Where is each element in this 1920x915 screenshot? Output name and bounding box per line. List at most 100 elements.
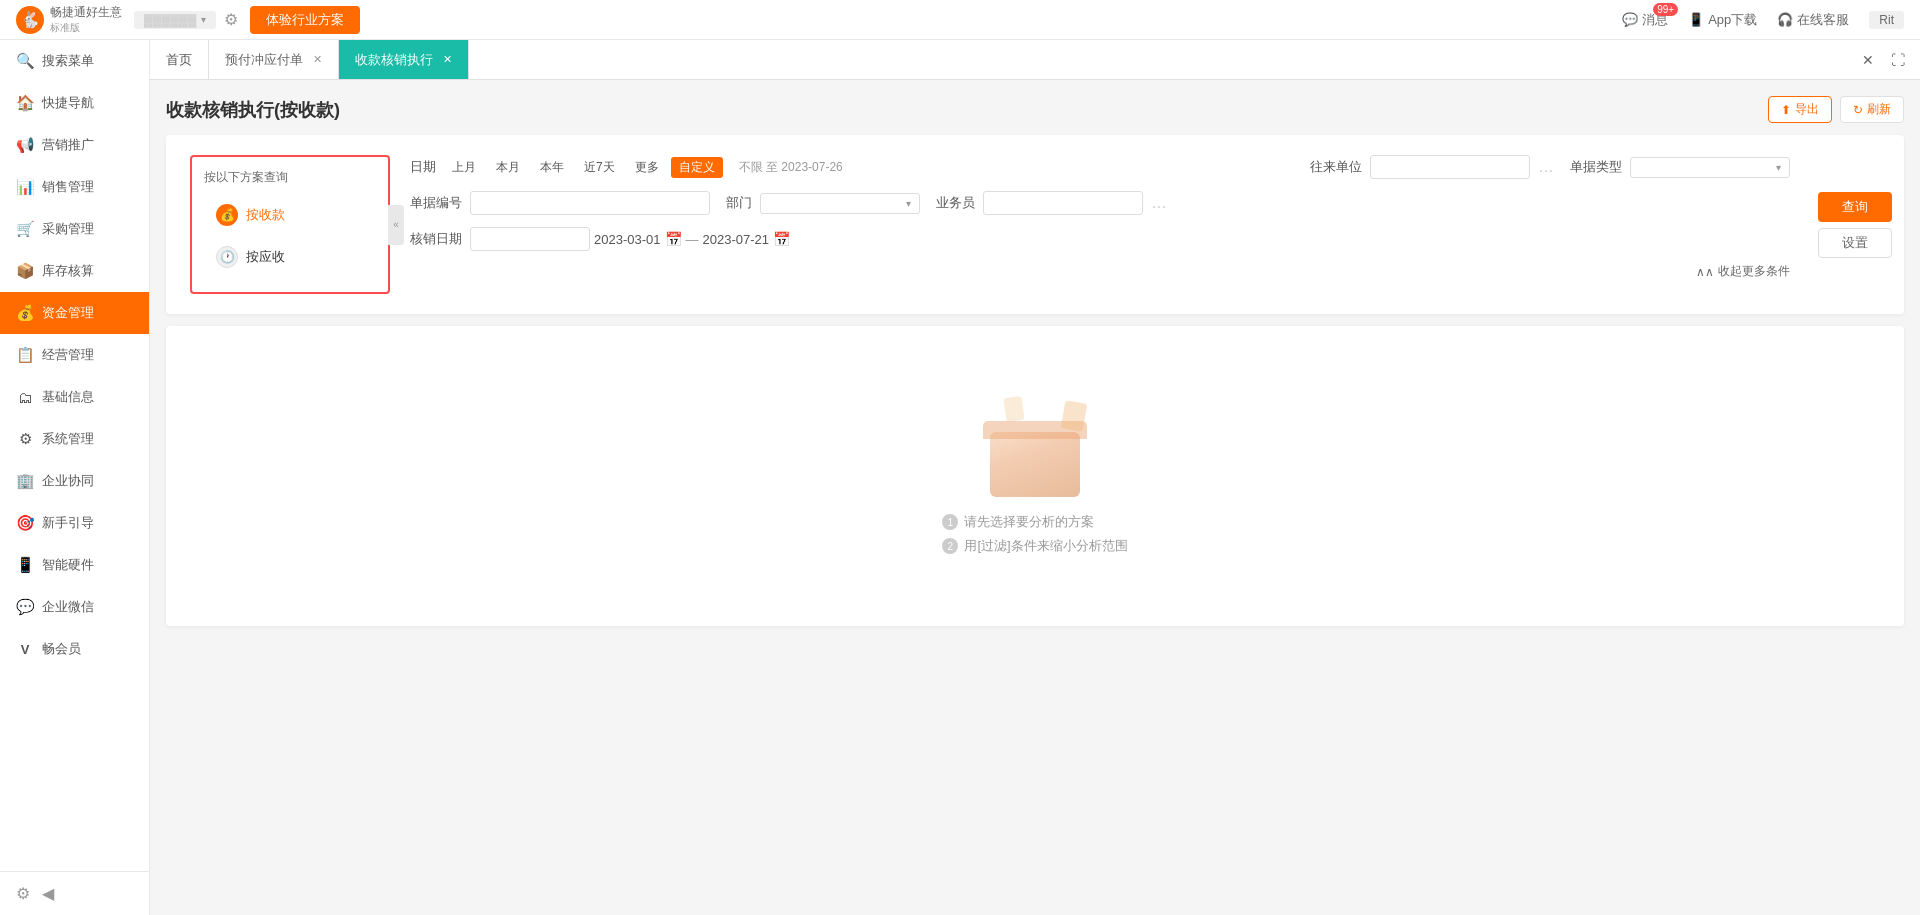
page-title: 收款核销执行(按收款) bbox=[166, 98, 340, 122]
verify-date-to-display: 2023-07-21 bbox=[703, 232, 770, 247]
last-month-option[interactable]: 上月 bbox=[444, 157, 484, 178]
sidebar-item-shortcut[interactable]: 🏠 快捷导航 bbox=[0, 82, 149, 124]
verify-date-from-calendar-icon[interactable]: 📅 bbox=[665, 231, 682, 247]
date-current: 不限 至 2023-07-26 bbox=[739, 159, 843, 176]
app-icon: 📱 bbox=[1688, 12, 1704, 27]
salesperson-input[interactable] bbox=[983, 191, 1143, 215]
finance-icon: 💰 bbox=[16, 304, 34, 322]
settings-icon[interactable]: ⚙ bbox=[224, 10, 238, 29]
filter-left-panel: 按以下方案查询 💰 按收款 🕐 按应收 « bbox=[190, 155, 390, 294]
sidebar-item-member[interactable]: V 畅会员 bbox=[0, 628, 149, 670]
tab-close-all-button[interactable]: ✕ bbox=[1854, 46, 1882, 74]
company-name: 畅捷通好生意 bbox=[50, 4, 122, 21]
doc-no-input[interactable] bbox=[470, 191, 710, 215]
collection-tab-close-icon[interactable]: ✕ bbox=[443, 53, 452, 66]
chevron-up-icon: ∧∧ bbox=[1696, 265, 1714, 279]
salesperson-more-icon[interactable]: … bbox=[1151, 194, 1167, 212]
verify-date-to-calendar-icon[interactable]: 📅 bbox=[773, 231, 790, 247]
sidebar-item-guide[interactable]: 🎯 新手引导 bbox=[0, 502, 149, 544]
sidebar-item-hardware[interactable]: 📱 智能硬件 bbox=[0, 544, 149, 586]
collapse-left-panel-button[interactable]: « bbox=[388, 205, 404, 245]
sidebar-item-label: 智能硬件 bbox=[42, 556, 94, 574]
sidebar-settings-icon[interactable]: ⚙ bbox=[16, 884, 30, 903]
verify-date-field: 核销日期 2023-03-01 📅 — 2023-07-21 📅 bbox=[410, 227, 790, 251]
customer-service-button[interactable]: 🎧 在线客服 bbox=[1777, 11, 1849, 29]
this-year-option[interactable]: 本年 bbox=[532, 157, 572, 178]
sidebar-item-search[interactable]: 🔍 搜索菜单 bbox=[0, 40, 149, 82]
department-field: 部门 ▾ bbox=[726, 193, 920, 214]
info-icon: 🗂 bbox=[16, 389, 34, 406]
hint-num-1: 1 bbox=[942, 514, 958, 530]
query-button[interactable]: 查询 bbox=[1818, 192, 1892, 222]
verify-date-label: 核销日期 bbox=[410, 230, 462, 248]
counterparty-more-icon[interactable]: … bbox=[1538, 158, 1554, 176]
this-month-option[interactable]: 本月 bbox=[488, 157, 528, 178]
hint-text-2: 用[过滤]条件来缩小分析范围 bbox=[964, 537, 1127, 555]
sidebar-item-label: 新手引导 bbox=[42, 514, 94, 532]
sidebar-collapse-icon[interactable]: ◀ bbox=[42, 884, 54, 903]
date-field: 日期 上月 本月 本年 近7天 更多 自定义 不 bbox=[410, 157, 843, 178]
sidebar-item-label: 搜索菜单 bbox=[42, 52, 94, 70]
filter-main: 按以下方案查询 💰 按收款 🕐 按应收 « bbox=[166, 135, 1818, 314]
counterparty-input[interactable] bbox=[1370, 155, 1530, 179]
tab-prepay[interactable]: 预付冲应付单 ✕ bbox=[209, 40, 339, 79]
doc-type-select[interactable]: ▾ bbox=[1630, 157, 1790, 178]
verify-date-from-input[interactable] bbox=[470, 227, 590, 251]
tab-expand-button[interactable]: ⛶ bbox=[1884, 46, 1912, 74]
department-select[interactable]: ▾ bbox=[760, 193, 920, 214]
service-label: 在线客服 bbox=[1797, 11, 1849, 29]
sidebar-item-enterprise[interactable]: 🏢 企业协同 bbox=[0, 460, 149, 502]
hint-text-1: 请先选择要分析的方案 bbox=[964, 513, 1094, 531]
filter-option-by-receipt[interactable]: 💰 按收款 bbox=[204, 196, 376, 234]
box-icon: 📦 bbox=[16, 262, 34, 280]
receipt-option-label: 按收款 bbox=[246, 206, 285, 224]
tab-home[interactable]: 首页 bbox=[150, 40, 209, 79]
department-arrow-icon: ▾ bbox=[906, 198, 911, 209]
filter-option-by-receivable[interactable]: 🕐 按应收 bbox=[204, 238, 376, 276]
sidebar-item-system[interactable]: ⚙ 系统管理 bbox=[0, 418, 149, 460]
sidebar-item-inventory[interactable]: 📦 库存核算 bbox=[0, 250, 149, 292]
prepay-tab-close-icon[interactable]: ✕ bbox=[313, 53, 322, 66]
sidebar-item-marketing[interactable]: 📢 营销推广 bbox=[0, 124, 149, 166]
app-download-label: App下载 bbox=[1708, 11, 1757, 29]
sidebar-item-label: 采购管理 bbox=[42, 220, 94, 238]
export-button[interactable]: ⬆ 导出 bbox=[1768, 96, 1832, 123]
receivable-option-label: 按应收 bbox=[246, 248, 285, 266]
search-icon: 🔍 bbox=[16, 52, 34, 70]
export-label: 导出 bbox=[1795, 101, 1819, 118]
tab-collection[interactable]: 收款核销执行 ✕ bbox=[339, 40, 469, 79]
refresh-button[interactable]: ↻ 刷新 bbox=[1840, 96, 1904, 123]
user-avatar[interactable]: Rit bbox=[1869, 11, 1904, 29]
sidebar-item-operations[interactable]: 📋 经营管理 bbox=[0, 334, 149, 376]
message-button[interactable]: 💬 消息 99+ bbox=[1622, 11, 1668, 29]
custom-date-option[interactable]: 自定义 bbox=[671, 157, 723, 178]
collapse-more-button[interactable]: ∧∧ 收起更多条件 bbox=[1696, 263, 1790, 280]
doc-type-arrow-icon: ▾ bbox=[1776, 162, 1781, 173]
empty-illustration bbox=[975, 397, 1095, 497]
company-selector[interactable]: ▓▓▓▓▓▓ ▾ bbox=[134, 11, 216, 29]
sidebar-item-finance[interactable]: 💰 资金管理 bbox=[0, 292, 149, 334]
sidebar-item-basic[interactable]: 🗂 基础信息 bbox=[0, 376, 149, 418]
sidebar-item-purchase[interactable]: 🛒 采购管理 bbox=[0, 208, 149, 250]
guide-icon: 🎯 bbox=[16, 514, 34, 532]
sidebar-item-wechat[interactable]: 💬 企业微信 bbox=[0, 586, 149, 628]
illus-paper-2 bbox=[1003, 396, 1024, 422]
last-7-days-option[interactable]: 近7天 bbox=[576, 157, 623, 178]
receipt-option-icon: 💰 bbox=[216, 204, 238, 226]
hardware-icon: 📱 bbox=[16, 556, 34, 574]
ops-icon: 📋 bbox=[16, 346, 34, 364]
filter-settings-button[interactable]: 设置 bbox=[1818, 228, 1892, 258]
page-header: 收款核销执行(按收款) ⬆ 导出 ↻ 刷新 bbox=[166, 96, 1904, 123]
app-download-button[interactable]: 📱 App下载 bbox=[1688, 11, 1757, 29]
sidebar-item-sales[interactable]: 📊 销售管理 bbox=[0, 166, 149, 208]
more-option[interactable]: 更多 bbox=[627, 157, 667, 178]
empty-hint-2: 2 用[过滤]条件来缩小分析范围 bbox=[942, 537, 1127, 555]
industry-solution-button[interactable]: 体验行业方案 bbox=[250, 6, 360, 34]
topbar-right: 💬 消息 99+ 📱 App下载 🎧 在线客服 Rit bbox=[1622, 11, 1904, 29]
empty-hint-1: 1 请先选择要分析的方案 bbox=[942, 513, 1094, 531]
empty-state: 1 请先选择要分析的方案 2 用[过滤]条件来缩小分析范围 bbox=[942, 337, 1127, 615]
date-options: 上月 本月 本年 近7天 更多 自定义 bbox=[444, 157, 723, 178]
sidebar-item-label: 经营管理 bbox=[42, 346, 94, 364]
collection-tab-label: 收款核销执行 bbox=[355, 51, 433, 69]
empty-text: 1 请先选择要分析的方案 2 用[过滤]条件来缩小分析范围 bbox=[942, 513, 1127, 555]
